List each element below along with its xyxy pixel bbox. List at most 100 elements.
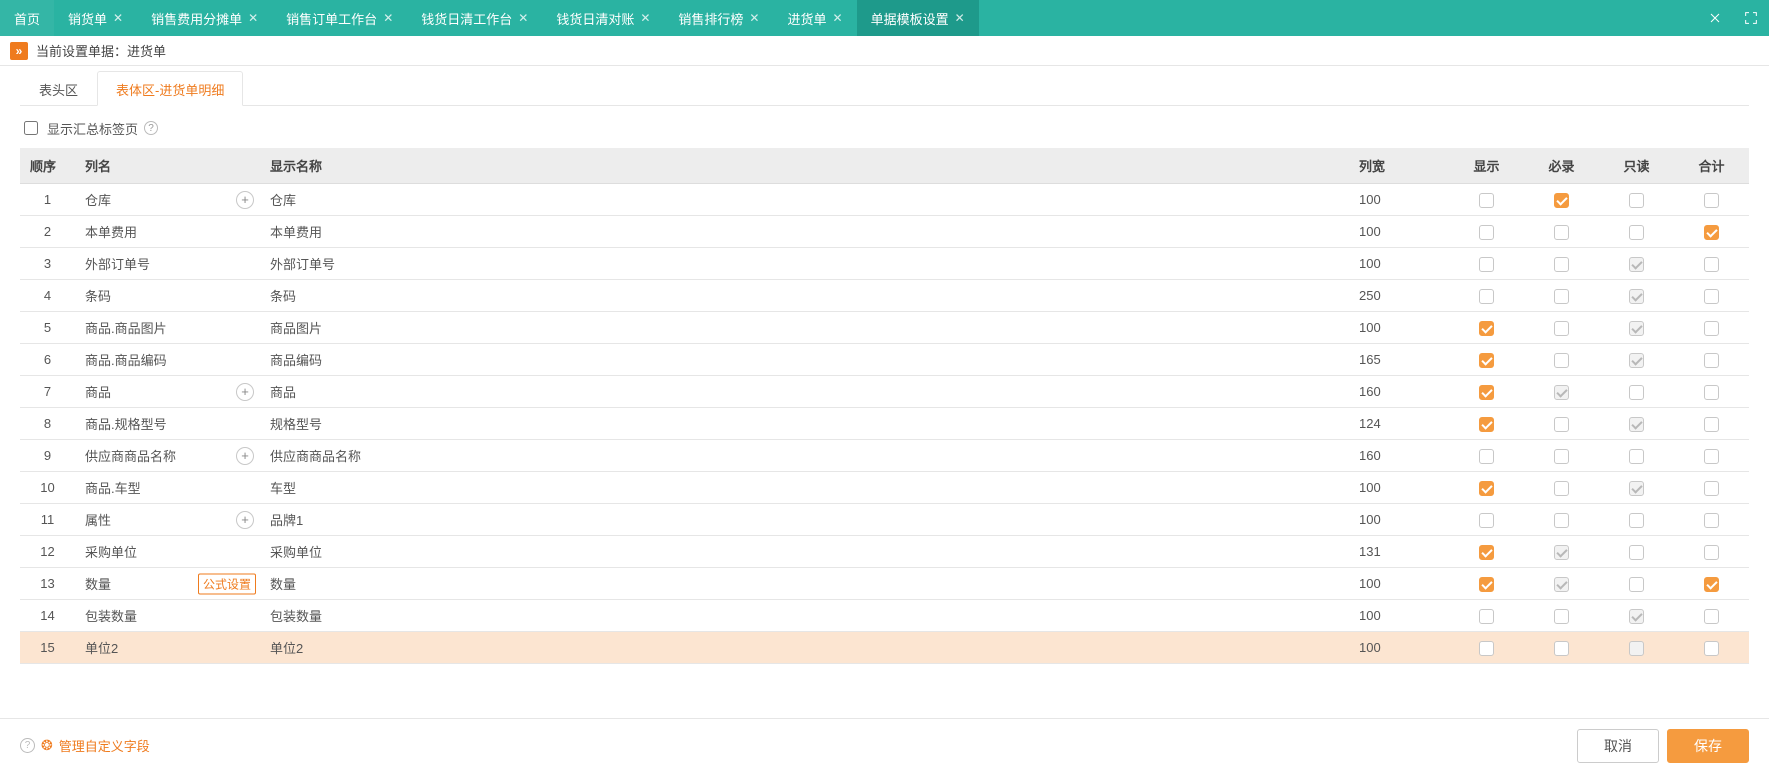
checkbox[interactable] [1479,513,1494,528]
cancel-button[interactable]: 取消 [1577,729,1659,763]
checkbox[interactable] [1704,353,1719,368]
cell-width[interactable]: 165 [1349,344,1449,376]
checkbox[interactable] [1554,513,1569,528]
fullscreen-button[interactable] [1733,0,1769,36]
checkbox[interactable] [1704,641,1719,656]
checkbox[interactable] [1554,225,1569,240]
checkbox[interactable] [1479,225,1494,240]
table-row[interactable]: 7商品+商品160 [20,376,1749,408]
checkbox[interactable] [1629,385,1644,400]
cell-display-name[interactable]: 规格型号 [260,408,1349,440]
checkbox[interactable] [1704,225,1719,240]
checkbox[interactable] [1704,257,1719,272]
checkbox[interactable] [1479,193,1494,208]
add-subfield-button[interactable]: + [236,447,254,465]
cell-width[interactable]: 124 [1349,408,1449,440]
top-tab[interactable]: 首页 [0,0,54,36]
checkbox[interactable] [1479,321,1494,336]
checkbox[interactable] [1479,609,1494,624]
checkbox[interactable] [1554,417,1569,432]
checkbox[interactable] [1629,193,1644,208]
table-row[interactable]: 9供应商商品名称+供应商商品名称160 [20,440,1749,472]
cell-display-name[interactable]: 商品图片 [260,312,1349,344]
table-row[interactable]: 6商品.商品编码商品编码165 [20,344,1749,376]
cell-width[interactable]: 100 [1349,600,1449,632]
checkbox[interactable] [1704,481,1719,496]
checkbox[interactable] [1629,513,1644,528]
checkbox[interactable] [1704,289,1719,304]
top-tab[interactable]: 销售排行榜✕ [664,0,773,36]
add-subfield-button[interactable]: + [236,191,254,209]
top-tab[interactable]: 单据模板设置✕ [857,0,979,36]
cell-width[interactable]: 160 [1349,376,1449,408]
cell-display-name[interactable]: 数量 [260,568,1349,600]
top-tab[interactable]: 销货单✕ [54,0,137,36]
cell-width[interactable]: 100 [1349,312,1449,344]
checkbox[interactable] [1554,609,1569,624]
checkbox[interactable] [1479,385,1494,400]
close-icon[interactable]: ✕ [383,11,393,25]
table-row[interactable]: 4条码条码250 [20,280,1749,312]
top-tab[interactable]: 钱货日清工作台✕ [407,0,542,36]
table-row[interactable]: 10商品.车型车型100 [20,472,1749,504]
top-tab[interactable]: 钱货日清对账✕ [542,0,664,36]
checkbox[interactable] [1479,545,1494,560]
checkbox[interactable] [1704,417,1719,432]
footer-help-icon[interactable]: ? [20,738,35,753]
checkbox[interactable] [1629,545,1644,560]
close-icon[interactable]: ✕ [248,11,258,25]
table-row[interactable]: 14包装数量包装数量100 [20,600,1749,632]
cell-display-name[interactable]: 商品 [260,376,1349,408]
close-icon[interactable]: ✕ [955,11,965,25]
table-row[interactable]: 8商品.规格型号规格型号124 [20,408,1749,440]
close-icon[interactable]: ✕ [640,11,650,25]
help-icon[interactable]: ? [144,121,158,135]
save-button[interactable]: 保存 [1667,729,1749,763]
cell-width[interactable]: 160 [1349,440,1449,472]
close-icon[interactable]: ✕ [518,11,528,25]
checkbox[interactable] [1704,193,1719,208]
table-row[interactable]: 11属性+品牌1100 [20,504,1749,536]
checkbox[interactable] [1479,353,1494,368]
cell-width[interactable]: 100 [1349,248,1449,280]
cell-width[interactable]: 100 [1349,632,1449,664]
cell-width[interactable]: 250 [1349,280,1449,312]
checkbox[interactable] [1629,449,1644,464]
cell-display-name[interactable]: 车型 [260,472,1349,504]
checkbox[interactable] [1479,481,1494,496]
table-row[interactable]: 13数量公式设置数量100 [20,568,1749,600]
table-row[interactable]: 1仓库+仓库100 [20,184,1749,216]
cell-display-name[interactable]: 仓库 [260,184,1349,216]
checkbox[interactable] [1554,193,1569,208]
checkbox[interactable] [1704,385,1719,400]
manage-custom-fields-link[interactable]: 管理自定义字段 [59,736,150,755]
checkbox[interactable] [1704,513,1719,528]
checkbox[interactable] [1704,609,1719,624]
add-subfield-button[interactable]: + [236,511,254,529]
show-summary-tab-checkbox[interactable] [24,121,38,135]
grid-scroll-area[interactable]: 顺序 列名 显示名称 列宽 显示 必录 只读 合计 1仓库+仓库1002本单费用… [0,148,1769,718]
inner-tab[interactable]: 表体区-进货单明细 [97,71,243,106]
cell-width[interactable]: 100 [1349,184,1449,216]
cell-width[interactable]: 131 [1349,536,1449,568]
checkbox[interactable] [1479,577,1494,592]
close-all-tabs-button[interactable] [1697,0,1733,36]
checkbox[interactable] [1629,225,1644,240]
checkbox[interactable] [1479,417,1494,432]
cell-display-name[interactable]: 品牌1 [260,504,1349,536]
table-row[interactable]: 3外部订单号外部订单号100 [20,248,1749,280]
checkbox[interactable] [1479,449,1494,464]
table-row[interactable]: 2本单费用本单费用100 [20,216,1749,248]
checkbox[interactable] [1479,641,1494,656]
checkbox[interactable] [1479,257,1494,272]
close-icon[interactable]: ✕ [113,11,123,25]
close-icon[interactable]: ✕ [749,11,759,25]
table-row[interactable]: 5商品.商品图片商品图片100 [20,312,1749,344]
checkbox[interactable] [1554,641,1569,656]
checkbox[interactable] [1704,577,1719,592]
cell-display-name[interactable]: 单位2 [260,632,1349,664]
checkbox[interactable] [1554,353,1569,368]
formula-settings-button[interactable]: 公式设置 [198,573,256,594]
cell-display-name[interactable]: 外部订单号 [260,248,1349,280]
checkbox[interactable] [1554,481,1569,496]
